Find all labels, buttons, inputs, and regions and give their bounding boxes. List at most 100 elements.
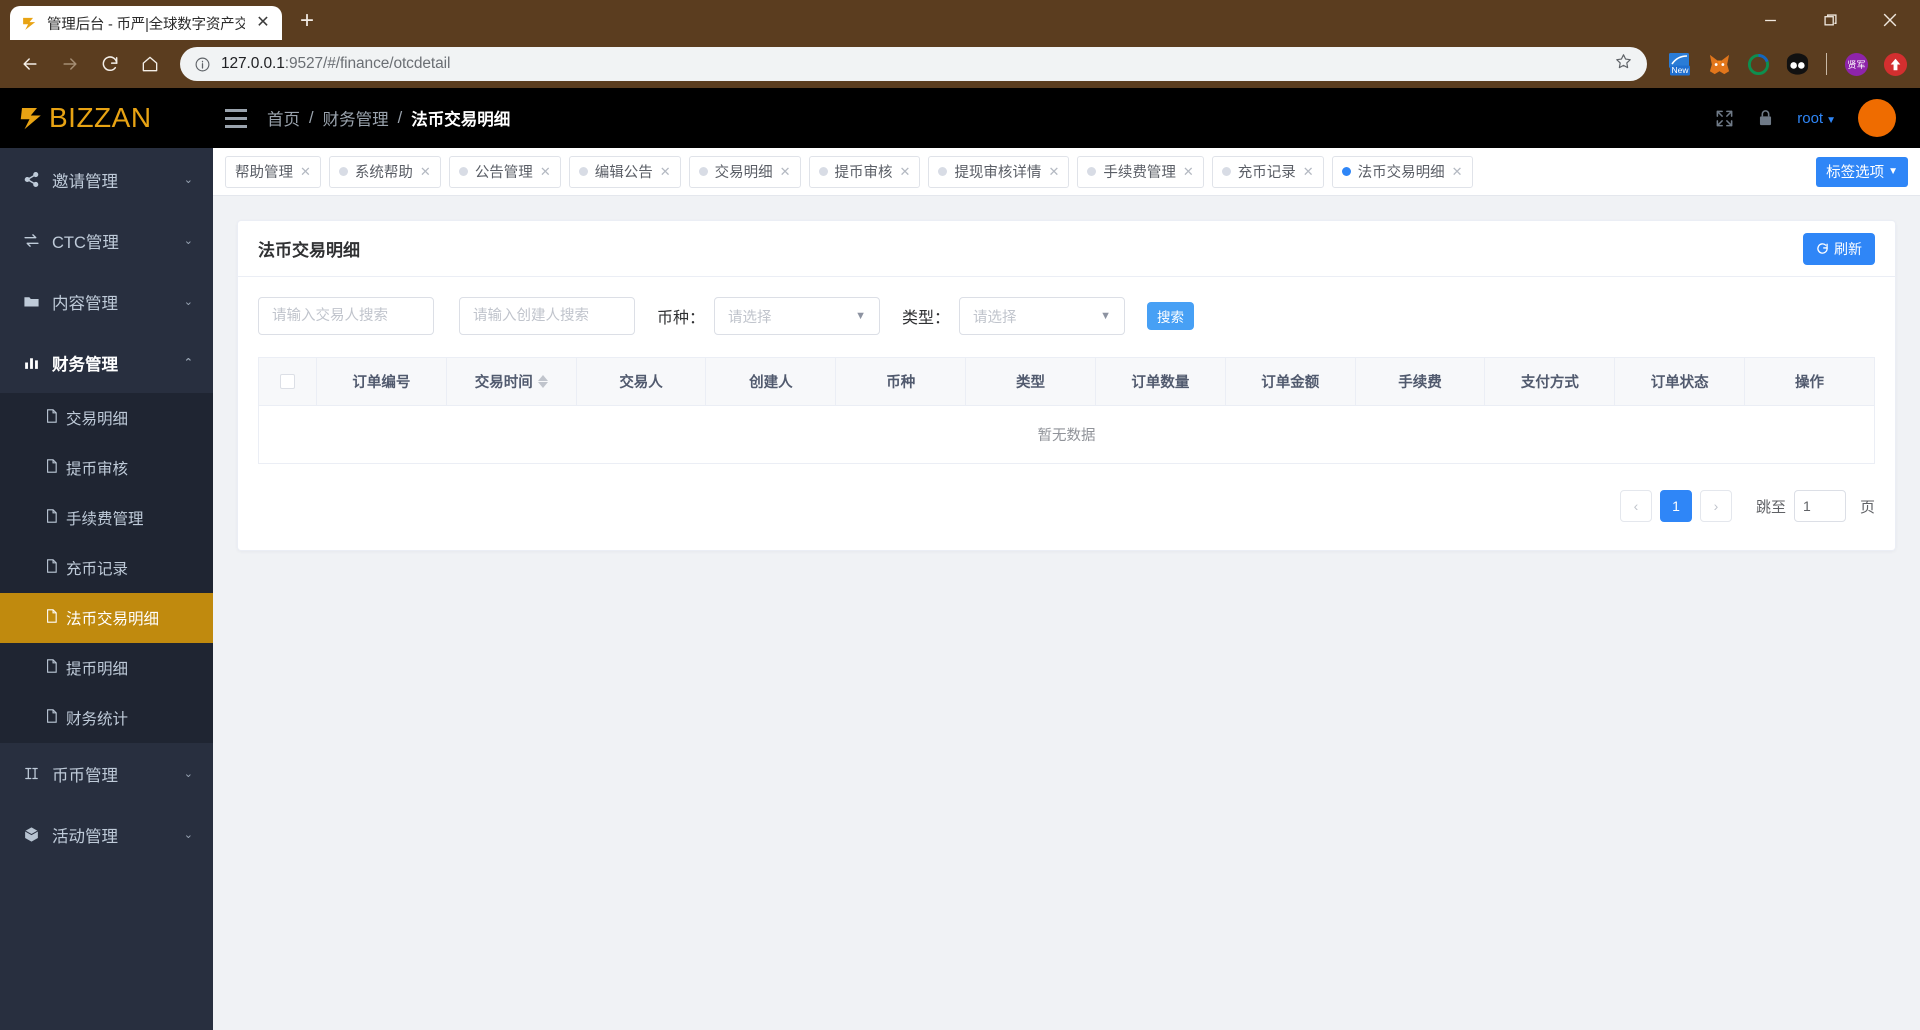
tag-withdraw-audit-detail[interactable]: 提现审核详情 ✕ [928,155,1070,188]
user-menu[interactable]: root ▼ [1797,110,1836,127]
card-header: 法币交易明细 刷新 [238,221,1895,277]
currency-select[interactable]: 请选择 ▼ [714,297,881,335]
tag-withdraw-audit[interactable]: 提币审核 ✕ [808,155,921,188]
tag-dot-icon [1087,167,1097,176]
sidebar-item-trade-detail[interactable]: 交易明细 [0,393,213,443]
pagination-page-1[interactable]: 1 [1659,490,1692,522]
star-icon[interactable] [1614,52,1633,76]
tag-close-icon[interactable]: ✕ [1303,165,1314,178]
sidebar-item-finance[interactable]: 财务管理 ⌃ [0,332,213,393]
tag-edit-announcement[interactable]: 编辑公告 ✕ [568,155,681,188]
toolbar-divider [1826,53,1827,75]
tag-close-icon[interactable]: ✕ [1048,165,1059,178]
pagination-next-button[interactable]: › [1699,490,1732,522]
pagination-jump-label: 跳至 [1755,498,1786,516]
refresh-button[interactable]: 刷新 [1803,232,1875,265]
forward-icon[interactable] [52,46,88,82]
tag-label: 公告管理 [474,165,533,181]
tag-close-icon[interactable]: ✕ [900,165,911,178]
search-button[interactable]: 搜索 [1147,302,1195,330]
breadcrumb-item-current: 法币交易明细 [411,111,511,129]
tag-fee-management[interactable]: 手续费管理 ✕ [1077,155,1204,188]
chevron-down-icon: ▼ [1826,114,1836,126]
tag-close-icon[interactable]: ✕ [420,165,431,178]
home-icon[interactable] [132,46,168,82]
chevron-down-icon: ⌄ [183,174,193,186]
tag-trade-detail[interactable]: 交易明细 ✕ [688,155,801,188]
tag-system-help[interactable]: 系统帮助 ✕ [328,155,441,188]
header-actions: root ▼ [1715,99,1896,137]
close-icon[interactable] [1860,0,1920,40]
info-circle-icon[interactable] [194,56,211,73]
tag-dot-icon [578,167,588,176]
filter-bar: 币种： 请选择 ▼ 类型： 请选择 ▼ 搜索 [238,277,1895,335]
avatar[interactable] [1858,99,1896,137]
creator-search-input[interactable] [459,297,635,335]
panda-extension-icon[interactable] [1784,51,1810,77]
address-bar-url: 127.0.0.1:9527/#/finance/otcdetail [221,55,1604,73]
sidebar-item-content[interactable]: 内容管理 ⌄ [0,271,213,332]
profile-avatar-icon[interactable]: 贤军 [1843,51,1869,77]
tag-options-button[interactable]: 标签选项 ▼ [1816,156,1908,187]
metamask-fox-icon[interactable] [1706,51,1732,77]
sort-icon[interactable] [537,375,548,388]
select-all-checkbox[interactable] [280,374,295,390]
tag-otc-detail[interactable]: 法币交易明细 ✕ [1331,155,1473,188]
tag-help-management[interactable]: 帮助管理 ✕ [225,155,321,188]
column-trade-time[interactable]: 交易时间 [445,357,577,406]
breadcrumb-item-home[interactable]: 首页 [267,106,300,130]
column-order-no: 订单编号 [316,357,447,406]
pagination-prev-button[interactable]: ‹ [1619,490,1652,522]
sidebar-item-coin-management[interactable]: 币币管理 ⌄ [0,743,213,804]
sidebar-item-ctc[interactable]: CTC管理 ⌄ [0,210,213,271]
tag-deposit-records[interactable]: 充币记录 ✕ [1211,155,1324,188]
maximize-icon[interactable] [1800,0,1860,40]
sidebar-item-withdraw-detail[interactable]: 提币明细 [0,643,213,693]
sidebar-item-deposit-records[interactable]: 充币记录 [0,543,213,593]
column-order-status: 订单状态 [1614,357,1746,406]
address-bar[interactable]: 127.0.0.1:9527/#/finance/otcdetail [180,47,1647,81]
app-header: BIZZAN 首页 / 财务管理 / 法币交易明细 root ▼ [0,88,1920,148]
column-creator: 创建人 [705,357,837,406]
sidebar-item-finance-stats[interactable]: 财务统计 [0,693,213,743]
ring-extension-icon[interactable] [1745,51,1771,77]
sidebar-item-invites[interactable]: 邀请管理 ⌄ [0,149,213,210]
otc-detail-table: 订单编号 交易时间 交易人 创建人 币种 类型 订单数量 订单金额 手续费 支付… [258,357,1875,406]
browser-tab-close-icon[interactable]: ✕ [254,14,272,32]
pagination-jump-input[interactable] [1793,490,1846,522]
new-tab-button[interactable]: + [290,6,324,40]
upload-extension-icon[interactable] [1882,51,1908,77]
browser-tab[interactable]: 管理后台 - 币严|全球数字资产交… ✕ [10,6,282,40]
tag-label: 充币记录 [1237,165,1296,181]
sidebar-item-otc-detail[interactable]: 法币交易明细 [0,593,213,643]
sidebar-item-activity-management[interactable]: 活动管理 ⌄ [0,804,213,865]
hamburger-icon[interactable] [213,108,259,128]
tag-close-icon[interactable]: ✕ [540,165,551,178]
tag-close-icon[interactable]: ✕ [1452,165,1463,178]
svg-text:New: New [1671,65,1689,75]
lock-icon[interactable] [1756,108,1775,128]
sidebar-item-withdraw-audit[interactable]: 提币审核 [0,443,213,493]
breadcrumb-separator: / [309,108,314,127]
back-icon[interactable] [12,46,48,82]
app-logo-text: BIZZAN [49,102,152,133]
tag-label: 编辑公告 [594,165,653,181]
type-select[interactable]: 请选择 ▼ [959,297,1126,335]
trader-search-input[interactable] [258,297,434,335]
screenshot-extension-icon[interactable]: New [1667,51,1693,77]
content-column: BIZZAN 首页 / 财务管理 / 法币交易明细 root ▼ 帮助管理 ✕ … [0,88,1920,1030]
tag-close-icon[interactable]: ✕ [1183,165,1194,178]
breadcrumb-item-finance[interactable]: 财务管理 [323,106,389,130]
tag-close-icon[interactable]: ✕ [780,165,791,178]
tag-close-icon[interactable]: ✕ [300,165,311,178]
fullscreen-icon[interactable] [1715,109,1734,128]
app-logo[interactable]: BIZZAN [0,102,213,134]
tag-close-icon[interactable]: ✕ [660,165,671,178]
select-all-header[interactable] [258,357,317,406]
coin-icon [22,765,41,782]
doc-icon [45,458,58,478]
tag-announcement-management[interactable]: 公告管理 ✕ [448,155,561,188]
reload-icon[interactable] [92,46,128,82]
minimize-icon[interactable] [1740,0,1800,40]
sidebar-item-fee-management[interactable]: 手续费管理 [0,493,213,543]
